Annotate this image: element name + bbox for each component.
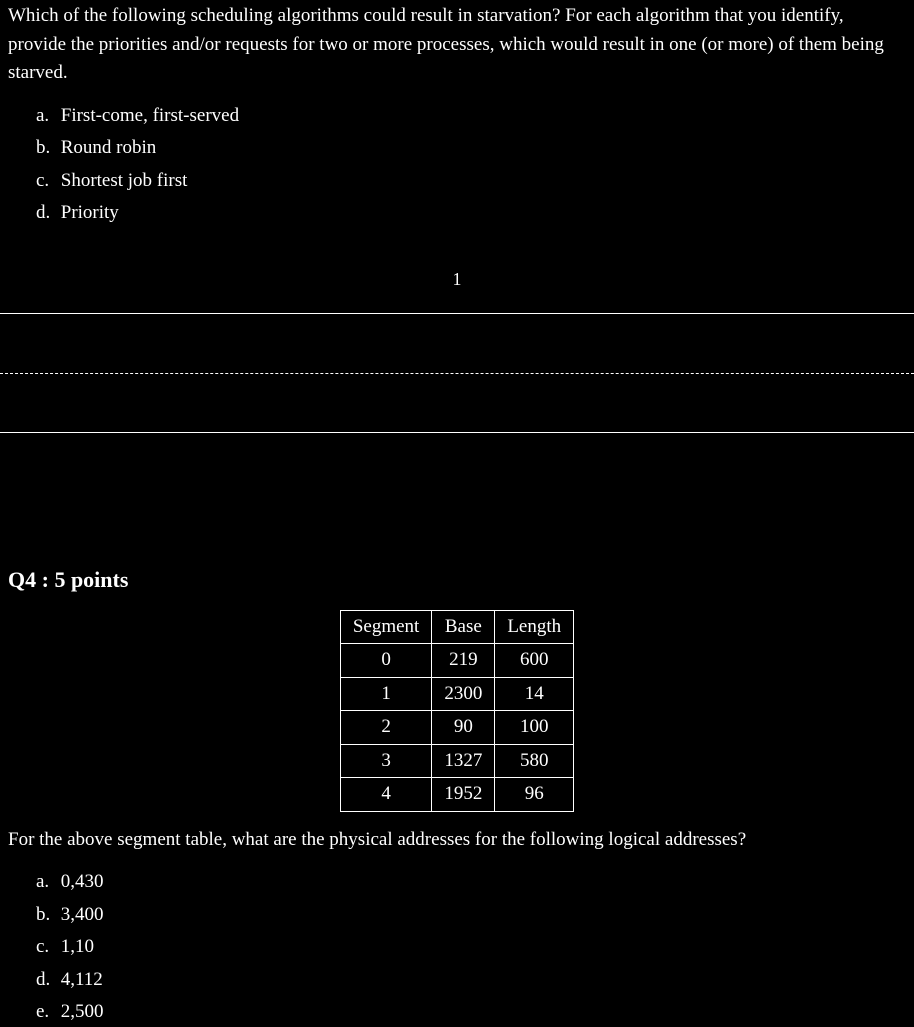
cell: 14 (495, 677, 574, 711)
option-letter: d. (36, 199, 56, 228)
cell: 3 (340, 744, 432, 778)
q3-option-a: a. First-come, first-served (36, 102, 906, 131)
q3-option-c: c. Shortest job first (36, 167, 906, 196)
table-header-row: Segment Base Length (340, 610, 573, 644)
cell: 1327 (432, 744, 495, 778)
cell: 1952 (432, 778, 495, 812)
th-base: Base (432, 610, 495, 644)
table-row: 4 1952 96 (340, 778, 573, 812)
option-letter: e. (36, 998, 56, 1027)
option-letter: d. (36, 966, 56, 995)
cell: 600 (495, 644, 574, 678)
cell: 1 (340, 677, 432, 711)
table-row: 3 1327 580 (340, 744, 573, 778)
option-text: 0,430 (61, 871, 104, 892)
page-separator (0, 313, 914, 433)
table-row: 1 2300 14 (340, 677, 573, 711)
option-text: Priority (61, 202, 119, 223)
option-letter: c. (36, 933, 56, 962)
option-text: 1,10 (61, 936, 94, 957)
cell: 4 (340, 778, 432, 812)
cell: 96 (495, 778, 574, 812)
q4-prompt: For the above segment table, what are th… (8, 826, 906, 855)
cell: 100 (495, 711, 574, 745)
option-text: 4,112 (61, 969, 103, 990)
option-text: Round robin (61, 137, 157, 158)
segment-table: Segment Base Length 0 219 600 1 2300 14 … (340, 610, 574, 812)
q4-option-e: e. 2,500 (36, 998, 906, 1027)
q4-option-d: d. 4,112 (36, 966, 906, 995)
option-letter: b. (36, 901, 56, 930)
page-number: 1 (8, 266, 906, 293)
q3-option-b: b. Round robin (36, 134, 906, 163)
q4-title: Q4 : 5 points (8, 563, 906, 596)
q4-option-c: c. 1,10 (36, 933, 906, 962)
cell: 580 (495, 744, 574, 778)
option-text: First-come, first-served (61, 105, 239, 126)
option-letter: a. (36, 102, 56, 131)
cell: 219 (432, 644, 495, 678)
cell: 90 (432, 711, 495, 745)
option-letter: c. (36, 167, 56, 196)
option-text: 3,400 (61, 904, 104, 925)
q3-option-d: d. Priority (36, 199, 906, 228)
q4-options: a. 0,430 b. 3,400 c. 1,10 d. 4,112 e. 2,… (36, 868, 906, 1027)
th-segment: Segment (340, 610, 432, 644)
option-letter: b. (36, 134, 56, 163)
th-length: Length (495, 610, 574, 644)
option-text: Shortest job first (61, 170, 188, 191)
dashed-divider (0, 373, 914, 374)
q3-intro-text: Which of the following scheduling algori… (8, 2, 906, 88)
q4-option-b: b. 3,400 (36, 901, 906, 930)
option-letter: a. (36, 868, 56, 897)
table-row: 0 219 600 (340, 644, 573, 678)
q3-options: a. First-come, first-served b. Round rob… (36, 102, 906, 228)
cell: 2 (340, 711, 432, 745)
table-row: 2 90 100 (340, 711, 573, 745)
cell: 0 (340, 644, 432, 678)
q4-option-a: a. 0,430 (36, 868, 906, 897)
cell: 2300 (432, 677, 495, 711)
option-text: 2,500 (61, 1001, 104, 1022)
